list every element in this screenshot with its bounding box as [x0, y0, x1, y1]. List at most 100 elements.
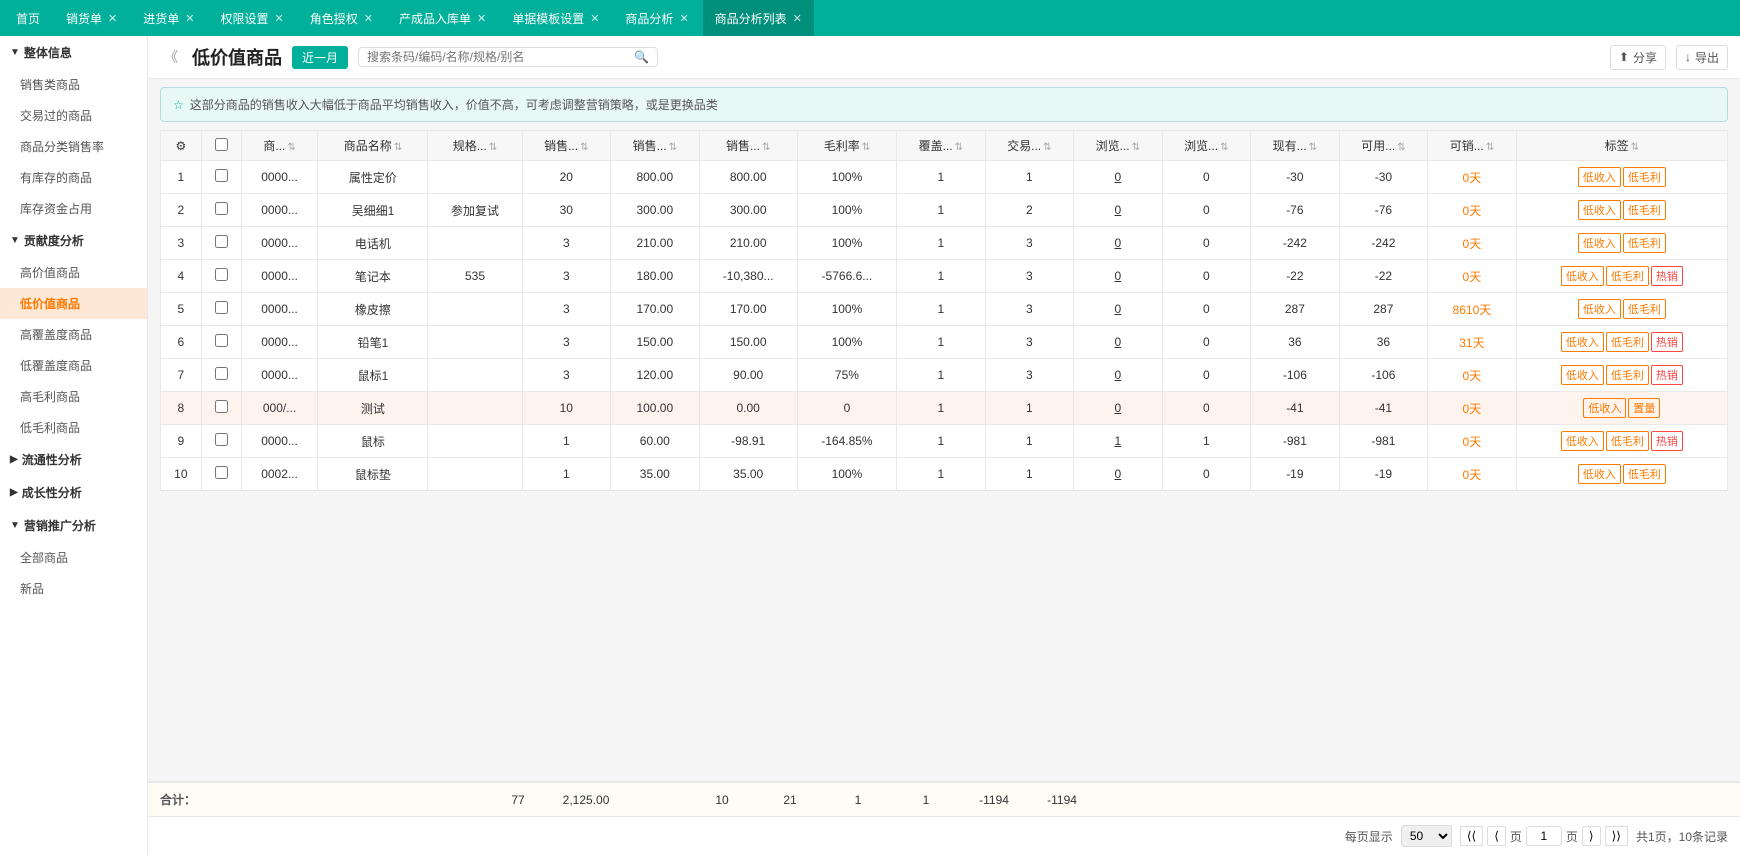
- row-checkbox[interactable]: [215, 466, 228, 479]
- th-spec[interactable]: 规格...⇅: [428, 131, 522, 161]
- close-icon[interactable]: ✕: [477, 12, 486, 25]
- row-checkbox[interactable]: [215, 334, 228, 347]
- sidebar-item-stock-capital[interactable]: 库存资金占用: [0, 193, 147, 224]
- nav-permissions[interactable]: 权限设置 ✕: [208, 0, 295, 36]
- th-margin[interactable]: 毛利率⇅: [797, 131, 896, 161]
- row-views1[interactable]: 0: [1074, 260, 1163, 293]
- close-icon[interactable]: ✕: [185, 12, 194, 25]
- close-icon[interactable]: ✕: [364, 12, 373, 25]
- row-views1[interactable]: 0: [1074, 161, 1163, 194]
- sidebar-item-high-value[interactable]: 高价值商品: [0, 257, 147, 288]
- next-page-button[interactable]: ⟩: [1582, 826, 1601, 846]
- th-transactions[interactable]: 交易...⇅: [985, 131, 1074, 161]
- close-icon[interactable]: ✕: [793, 12, 802, 25]
- row-views1[interactable]: 0: [1074, 293, 1163, 326]
- page-input[interactable]: [1526, 826, 1562, 846]
- select-all-checkbox[interactable]: [215, 138, 228, 151]
- row-checkbox[interactable]: [215, 202, 228, 215]
- table-wrapper[interactable]: ⚙ 商...⇅ 商品名称⇅ 规格...⇅ 销售...⇅ 销售...⇅ 销售...…: [148, 130, 1740, 781]
- nav-role-auth[interactable]: 角色授权 ✕: [298, 0, 385, 36]
- sidebar-item-sales-products[interactable]: 销售类商品: [0, 69, 147, 100]
- close-icon[interactable]: ✕: [275, 12, 284, 25]
- th-sales1[interactable]: 销售...⇅: [522, 131, 611, 161]
- row-col-2: 300.00: [699, 194, 797, 227]
- row-name: 笔记本: [318, 260, 428, 293]
- row-views1[interactable]: 0: [1074, 458, 1163, 491]
- row-views1[interactable]: 0: [1074, 227, 1163, 260]
- sidebar-section-growth[interactable]: ▶ 成长性分析: [0, 476, 147, 509]
- th-views2[interactable]: 浏览...⇅: [1162, 131, 1251, 161]
- row-spec: [428, 458, 522, 491]
- sidebar-item-low-coverage[interactable]: 低覆盖度商品: [0, 350, 147, 381]
- row-days: 0天: [1428, 392, 1517, 425]
- row-checkbox[interactable]: [215, 268, 228, 281]
- th-tags[interactable]: 标签⇅: [1516, 131, 1727, 161]
- th-sales3[interactable]: 销售...⇅: [699, 131, 797, 161]
- prev-page-button[interactable]: ⟨: [1487, 826, 1506, 846]
- sidebar-section-marketing[interactable]: ▼ 营销推广分析: [0, 509, 147, 542]
- share-button[interactable]: ⬆ 分享: [1610, 45, 1666, 70]
- row-views1[interactable]: 0: [1074, 359, 1163, 392]
- close-icon[interactable]: ✕: [679, 12, 688, 25]
- sidebar-item-high-margin[interactable]: 高毛利商品: [0, 381, 147, 412]
- th-settings[interactable]: ⚙: [161, 131, 202, 161]
- row-checkbox[interactable]: [215, 367, 228, 380]
- th-sales2[interactable]: 销售...⇅: [611, 131, 700, 161]
- tag-label: 低毛利: [1623, 233, 1666, 253]
- row-col-ext-1: -242: [1251, 227, 1340, 260]
- nav-product-in[interactable]: 产成品入库单 ✕: [387, 0, 498, 36]
- th-code[interactable]: 商...⇅: [241, 131, 318, 161]
- sidebar-item-low-margin[interactable]: 低毛利商品: [0, 412, 147, 443]
- row-views1[interactable]: 0: [1074, 194, 1163, 227]
- close-icon[interactable]: ✕: [108, 12, 117, 25]
- row-checkbox[interactable]: [215, 433, 228, 446]
- sidebar-section-contribution[interactable]: ▼ 贡献度分析: [0, 224, 147, 257]
- nav-product-analysis[interactable]: 商品分析 ✕: [613, 0, 700, 36]
- th-checkbox[interactable]: [201, 131, 241, 161]
- row-col-ext-2: 287: [1339, 293, 1428, 326]
- row-col-ext-0: 0: [1162, 194, 1251, 227]
- filter-button[interactable]: 近一月: [292, 46, 348, 69]
- row-checkbox[interactable]: [215, 169, 228, 182]
- nav-purchase-order[interactable]: 进货单 ✕: [131, 0, 206, 36]
- row-num: 6: [161, 326, 202, 359]
- nav-home[interactable]: 首页: [4, 0, 52, 36]
- row-checkbox[interactable]: [215, 301, 228, 314]
- th-current-stock[interactable]: 现有...⇅: [1251, 131, 1340, 161]
- sidebar-section-overall[interactable]: ▼ 整体信息: [0, 36, 147, 69]
- th-name[interactable]: 商品名称⇅: [318, 131, 428, 161]
- sidebar-item-in-stock[interactable]: 有库存的商品: [0, 162, 147, 193]
- row-views1[interactable]: 0: [1074, 326, 1163, 359]
- nav-sales-order[interactable]: 销货单 ✕: [54, 0, 129, 36]
- per-page-select[interactable]: 50 100 200: [1401, 825, 1452, 847]
- sidebar-item-all-products[interactable]: 全部商品: [0, 542, 147, 573]
- th-coverage[interactable]: 覆盖...⇅: [897, 131, 986, 161]
- th-available-stock[interactable]: 可用...⇅: [1339, 131, 1428, 161]
- search-box[interactable]: 🔍: [358, 47, 658, 67]
- tag-label: 低收入: [1578, 464, 1621, 484]
- th-views1[interactable]: 浏览...⇅: [1074, 131, 1163, 161]
- sidebar-item-traded[interactable]: 交易过的商品: [0, 100, 147, 131]
- sidebar-item-low-value[interactable]: 低价值商品: [0, 288, 147, 319]
- close-icon[interactable]: ✕: [590, 12, 599, 25]
- sidebar-item-category-sales[interactable]: 商品分类销售率: [0, 131, 147, 162]
- export-button[interactable]: ↓ 导出: [1676, 45, 1728, 70]
- row-tags: 低收入低毛利: [1516, 293, 1727, 326]
- th-sellable[interactable]: 可销...⇅: [1428, 131, 1517, 161]
- sidebar-item-new-products[interactable]: 新品: [0, 573, 147, 604]
- sidebar-item-high-coverage[interactable]: 高覆盖度商品: [0, 319, 147, 350]
- search-input[interactable]: [367, 50, 634, 64]
- row-checkbox[interactable]: [215, 235, 228, 248]
- tag-hot: 热销: [1651, 365, 1683, 385]
- search-icon[interactable]: 🔍: [634, 50, 649, 64]
- row-spec: [428, 425, 522, 458]
- nav-product-analysis-list[interactable]: 商品分析列表 ✕: [703, 0, 814, 36]
- nav-template[interactable]: 单据模板设置 ✕: [500, 0, 611, 36]
- last-page-button[interactable]: ⟩⟩: [1605, 826, 1628, 846]
- sidebar-collapse-button[interactable]: 《: [160, 45, 182, 69]
- row-views1[interactable]: 0: [1074, 392, 1163, 425]
- row-views1[interactable]: 1: [1074, 425, 1163, 458]
- row-checkbox[interactable]: [215, 400, 228, 413]
- sidebar-section-liquidity[interactable]: ▶ 流通性分析: [0, 443, 147, 476]
- first-page-button[interactable]: ⟨⟨: [1460, 826, 1483, 846]
